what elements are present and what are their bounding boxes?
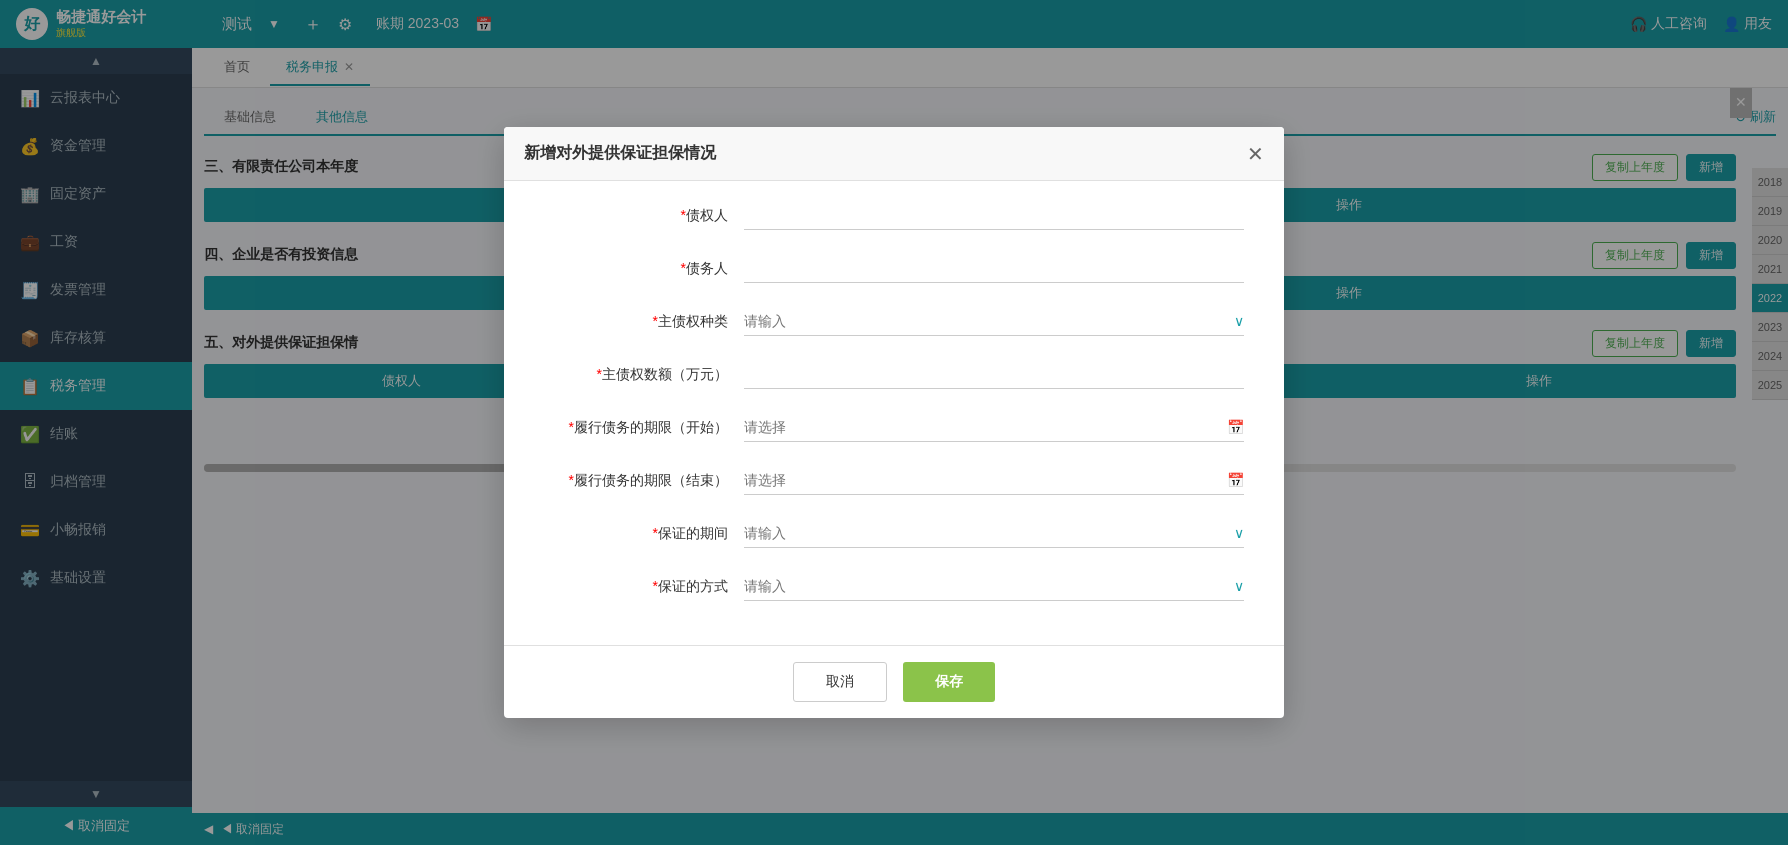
label-creditor: *债权人 (544, 207, 744, 225)
claim-type-chevron-icon[interactable]: ∨ (1234, 313, 1244, 329)
form-row-claim-type: *主债权种类 ∨ (544, 307, 1244, 336)
input-period-end[interactable] (744, 472, 1227, 488)
modal-overlay: 新增对外提供保证担保情况 ✕ *债权人 *债务人 *主债权种类 ∨ (0, 0, 1788, 845)
modal-dialog: 新增对外提供保证担保情况 ✕ *债权人 *债务人 *主债权种类 ∨ (504, 127, 1284, 718)
form-row-creditor: *债权人 (544, 201, 1244, 230)
modal-title: 新增对外提供保证担保情况 (524, 143, 716, 164)
date-period-start[interactable]: 📅 (744, 413, 1244, 442)
input-period-start[interactable] (744, 419, 1227, 435)
modal-header: 新增对外提供保证担保情况 ✕ (504, 127, 1284, 181)
period-end-calendar-icon[interactable]: 📅 (1227, 472, 1244, 488)
form-row-period-end: *履行债务的期限（结束） 📅 (544, 466, 1244, 495)
form-row-claim-amount: *主债权数额（万元） (544, 360, 1244, 389)
label-claim-amount: *主债权数额（万元） (544, 366, 744, 384)
cancel-button[interactable]: 取消 (793, 662, 887, 702)
input-creditor[interactable] (744, 201, 1244, 230)
period-start-calendar-icon[interactable]: 📅 (1227, 419, 1244, 435)
input-debtor[interactable] (744, 254, 1244, 283)
select-guarantee-period[interactable]: ∨ (744, 519, 1244, 548)
guarantee-period-chevron-icon[interactable]: ∨ (1234, 525, 1244, 541)
guarantee-method-chevron-icon[interactable]: ∨ (1234, 578, 1244, 594)
label-guarantee-method: *保证的方式 (544, 578, 744, 596)
select-claim-type[interactable]: ∨ (744, 307, 1244, 336)
modal-footer: 取消 保存 (504, 645, 1284, 718)
date-period-end[interactable]: 📅 (744, 466, 1244, 495)
label-debtor: *债务人 (544, 260, 744, 278)
label-claim-type: *主债权种类 (544, 313, 744, 331)
input-guarantee-method[interactable] (744, 578, 1234, 594)
input-claim-amount[interactable] (744, 360, 1244, 389)
save-button[interactable]: 保存 (903, 662, 995, 702)
label-period-start: *履行债务的期限（开始） (544, 419, 744, 437)
form-row-period-start: *履行债务的期限（开始） 📅 (544, 413, 1244, 442)
modal-close-button[interactable]: ✕ (1247, 144, 1264, 164)
form-row-debtor: *债务人 (544, 254, 1244, 283)
input-guarantee-period[interactable] (744, 525, 1234, 541)
form-row-guarantee-method: *保证的方式 ∨ (544, 572, 1244, 601)
label-guarantee-period: *保证的期间 (544, 525, 744, 543)
label-period-end: *履行债务的期限（结束） (544, 472, 744, 490)
modal-body: *债权人 *债务人 *主债权种类 ∨ *主债权数额（万元） (504, 181, 1284, 645)
select-guarantee-method[interactable]: ∨ (744, 572, 1244, 601)
form-row-guarantee-period: *保证的期间 ∨ (544, 519, 1244, 548)
input-claim-type[interactable] (744, 313, 1234, 329)
